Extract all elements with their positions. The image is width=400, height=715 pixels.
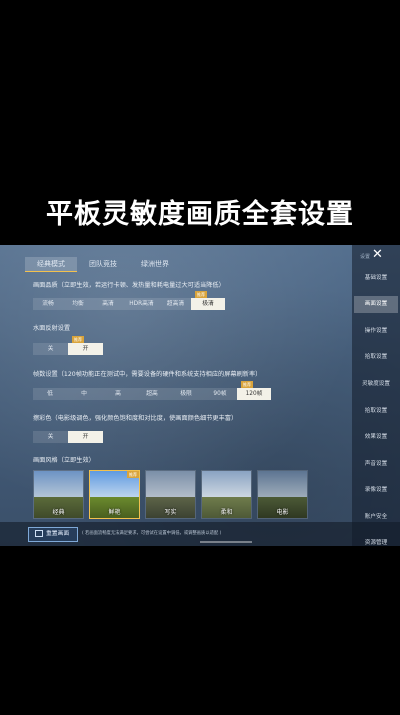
- recommend-tag: 推荐: [72, 336, 84, 343]
- fps-extreme[interactable]: 极限: [169, 388, 203, 400]
- style-label: 画面风格（立即生效）: [33, 457, 95, 464]
- style-realistic-label: 写实: [164, 509, 177, 516]
- sidebar-item-controls[interactable]: 操作设置: [354, 323, 398, 340]
- sidebar-item-pickup-2[interactable]: 拾取设置: [354, 403, 398, 420]
- reset-label: 重置画面: [46, 531, 70, 537]
- style-vivid[interactable]: 推荐 鲜艳: [89, 470, 140, 519]
- reset-button[interactable]: 重置画面: [28, 527, 78, 542]
- style-vivid-label: 鲜艳: [108, 509, 121, 516]
- quality-option-hd[interactable]: 高清: [93, 298, 123, 310]
- fps-120[interactable]: 推荐 120帧: [237, 381, 271, 400]
- fps-medium[interactable]: 中: [67, 388, 101, 400]
- scroll-indicator[interactable]: [200, 541, 252, 543]
- fps-90[interactable]: 90帧: [203, 388, 237, 400]
- settings-sidebar: 设置 ✕ 基础设置 画面设置 操作设置 拾取设置 灵敏度设置 拾取设置 效果设置…: [352, 245, 400, 546]
- game-settings-panel: 经典模式 团队竞技 绿洲世界 画面品质（立即生效，若运行卡顿、发热量和耗电量过大…: [0, 245, 400, 546]
- fps-options: 低 中 高 超高 极限 90帧 推荐 120帧: [33, 381, 271, 400]
- style-realistic[interactable]: 写实: [145, 470, 196, 519]
- sidebar-header: 设置 ✕: [352, 247, 400, 265]
- sidebar-item-account[interactable]: 账户安全: [354, 509, 398, 526]
- water-off[interactable]: 关: [33, 343, 68, 355]
- style-cinema-label: 电影: [276, 509, 289, 516]
- color-off[interactable]: 关: [33, 431, 68, 443]
- water-options: 关 推荐 开: [33, 336, 103, 355]
- sidebar-item-recording[interactable]: 录像设置: [354, 482, 398, 499]
- recommend-tag: 推荐: [195, 291, 207, 298]
- tab-team[interactable]: 团队竞技: [77, 257, 129, 271]
- quality-option-hdr[interactable]: HDR高清: [123, 298, 160, 310]
- sidebar-item-sensitivity[interactable]: 灵敏度设置: [354, 376, 398, 393]
- style-classic-label: 经典: [52, 509, 65, 516]
- fps-ultra[interactable]: 超高: [135, 388, 169, 400]
- sidebar-item-basic[interactable]: 基础设置: [354, 270, 398, 287]
- water-on-label: 开: [82, 346, 89, 352]
- bottom-note: ( 若画面流畅度无法满足要求，可尝试在设置中调低，或调整画质以适配 ): [82, 531, 222, 536]
- sidebar-item-graphics[interactable]: 画面设置: [354, 296, 398, 313]
- water-on[interactable]: 推荐 开: [68, 336, 103, 355]
- water-label: 水面反射设置: [33, 325, 71, 332]
- fps-label: 帧数设置（120帧功能正在测试中，需要设备的硬件和系统支持相应的屏幕刷新率）: [33, 371, 262, 378]
- sidebar-item-pickup[interactable]: 拾取设置: [354, 349, 398, 366]
- close-icon[interactable]: ✕: [372, 248, 383, 262]
- style-thumbnails: 经典 推荐 鲜艳 写实 柔和 电影: [33, 470, 308, 519]
- quality-option-smooth[interactable]: 流畅: [33, 298, 63, 310]
- color-on[interactable]: 开: [68, 431, 103, 443]
- color-label: 擦彩色（电影级调色，强化颜色饱和度和对比度，使画面颜色细节更丰富）: [33, 415, 238, 422]
- quality-option-extreme[interactable]: 推荐 极清: [191, 291, 225, 310]
- recommend-tag: 推荐: [127, 471, 139, 478]
- tab-oasis[interactable]: 绿洲世界: [129, 257, 181, 271]
- style-classic[interactable]: 经典: [33, 470, 84, 519]
- quality-label: 画面品质（立即生效，若运行卡顿、发热量和耗电量过大可适当降低）: [33, 282, 225, 289]
- reset-icon: [35, 530, 43, 537]
- color-options: 关 开: [33, 431, 103, 443]
- recommend-tag: 推荐: [241, 381, 253, 388]
- sidebar-item-effects[interactable]: 效果设置: [354, 429, 398, 446]
- quality-option-ultra[interactable]: 超高清: [160, 298, 191, 310]
- sidebar-header-label: 设置: [360, 254, 371, 260]
- style-soft-label: 柔和: [220, 509, 233, 516]
- sidebar-item-resources[interactable]: 资源管理: [354, 535, 398, 546]
- quality-options: 流畅 均衡 高清 HDR高清 超高清 推荐 极清: [33, 291, 225, 310]
- fps-low[interactable]: 低: [33, 388, 67, 400]
- sidebar-item-sound[interactable]: 声音设置: [354, 456, 398, 473]
- quality-option-balanced[interactable]: 均衡: [63, 298, 93, 310]
- mode-tabs: 经典模式 团队竞技 绿洲世界: [25, 257, 181, 272]
- fps-120-label: 120帧: [245, 391, 263, 397]
- tab-classic[interactable]: 经典模式: [25, 257, 77, 272]
- quality-option-extreme-label: 极清: [202, 301, 214, 307]
- style-soft[interactable]: 柔和: [201, 470, 252, 519]
- banner-title: 平板灵敏度画质全套设置: [46, 199, 354, 230]
- fps-high[interactable]: 高: [101, 388, 135, 400]
- style-cinema[interactable]: 电影: [257, 470, 308, 519]
